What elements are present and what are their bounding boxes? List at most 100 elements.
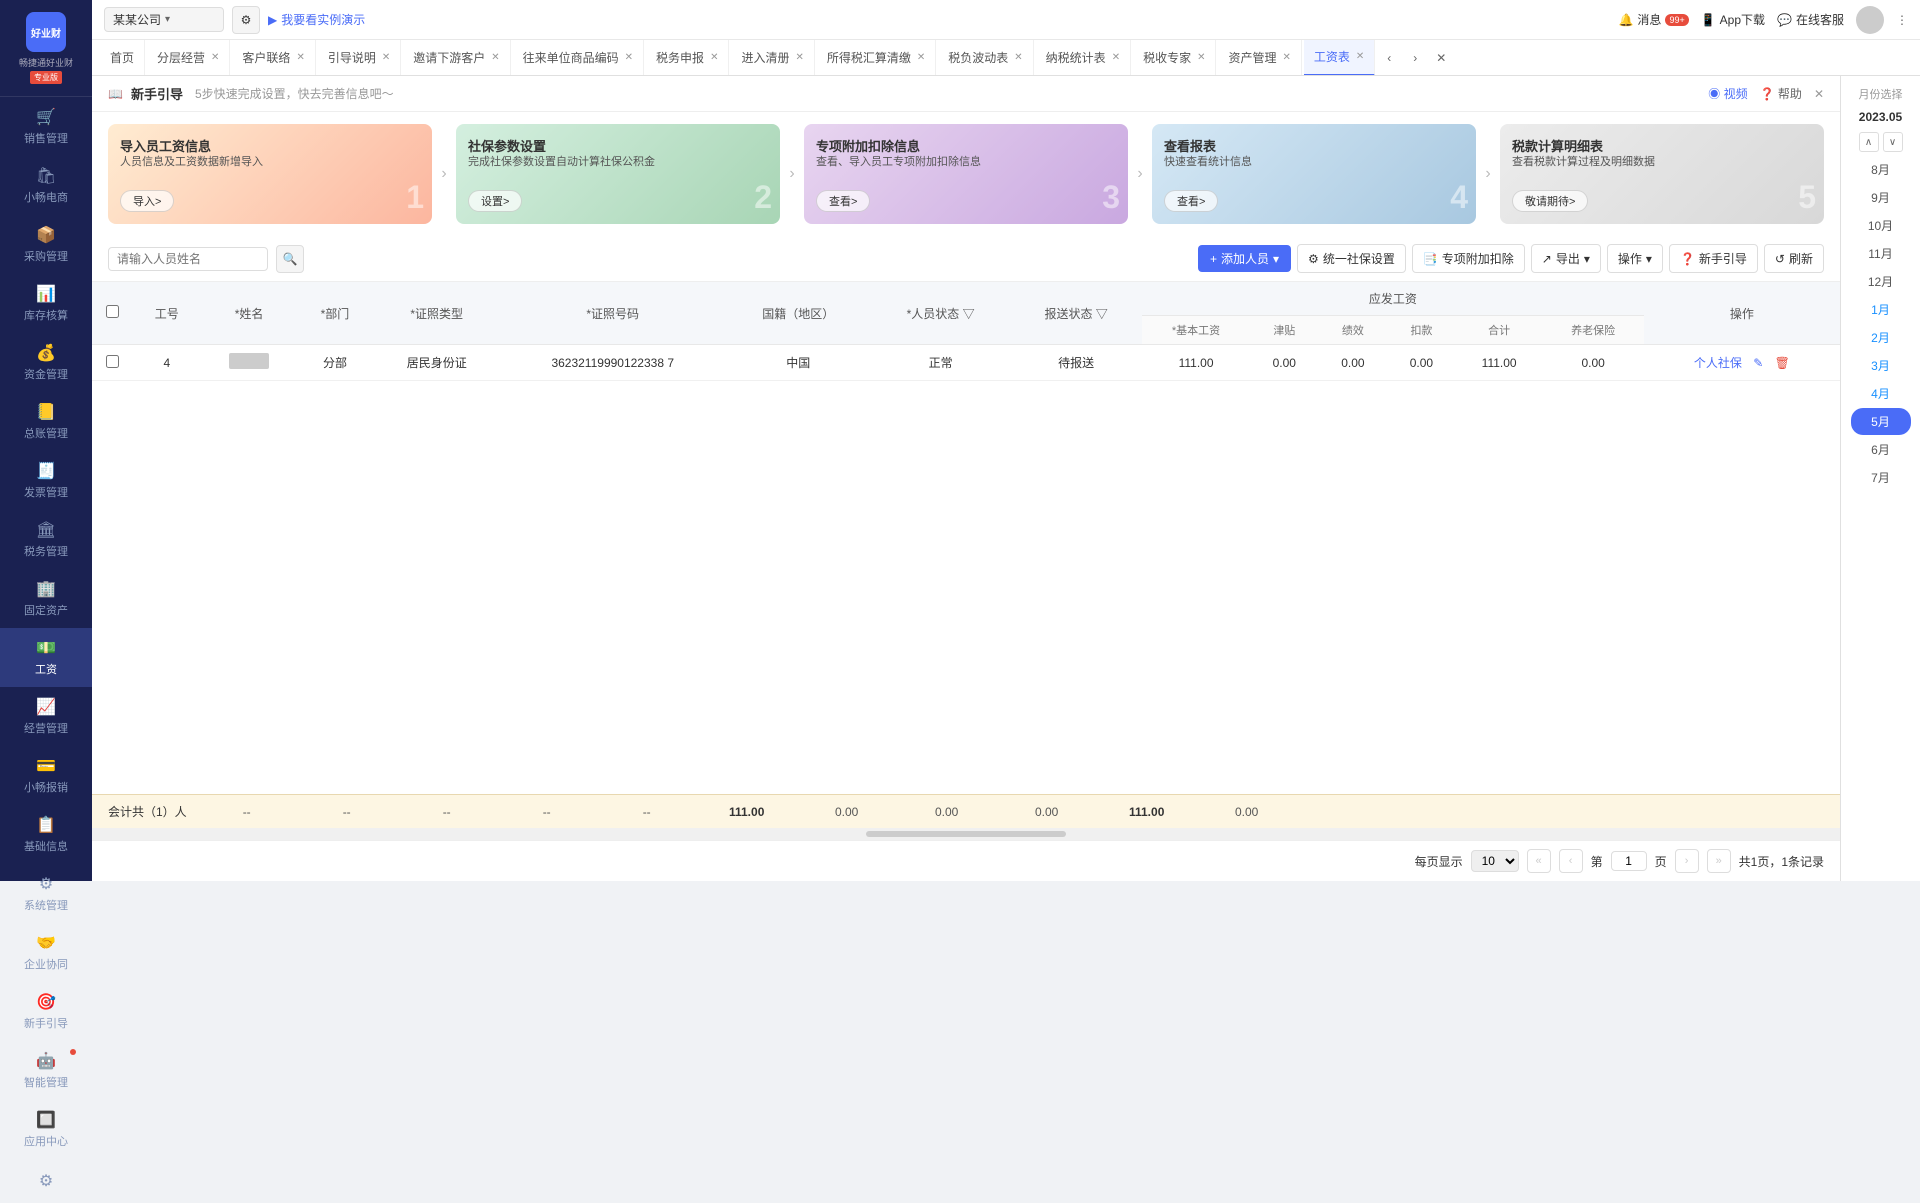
- user-menu-button[interactable]: ⋮: [1896, 13, 1908, 27]
- month-item-10[interactable]: 10月: [1851, 212, 1911, 239]
- next-page-button[interactable]: ›: [1675, 849, 1699, 873]
- month-item-3[interactable]: 3月: [1851, 352, 1911, 379]
- close-icon[interactable]: ✕: [211, 52, 219, 63]
- month-item-5[interactable]: 5月: [1851, 408, 1911, 435]
- sidebar-item-sales[interactable]: 🛒 销售管理: [0, 97, 92, 156]
- month-next-button[interactable]: ∨: [1883, 132, 1903, 152]
- close-icon[interactable]: ✕: [1014, 52, 1022, 63]
- prev-page-button[interactable]: ‹: [1559, 849, 1583, 873]
- first-page-button[interactable]: «: [1527, 849, 1551, 873]
- tab-invite[interactable]: 邀请下游客户 ✕: [403, 40, 510, 76]
- step2-btn[interactable]: 设置>: [468, 190, 522, 212]
- month-prev-button[interactable]: ∧: [1859, 132, 1879, 152]
- step5-btn[interactable]: 敬请期待>: [1512, 190, 1588, 212]
- guide-video-btn[interactable]: ◉ 视频: [1708, 85, 1747, 102]
- close-icon[interactable]: ✕: [1197, 52, 1205, 63]
- sidebar-item-ecommerce[interactable]: 🛍 小畅电商: [0, 156, 92, 215]
- guide-help-btn[interactable]: ❓ 帮助: [1760, 85, 1802, 102]
- tab-nav-left[interactable]: ‹: [1377, 46, 1401, 70]
- app-download-button[interactable]: 📱 App下载: [1701, 11, 1765, 28]
- close-icon[interactable]: ✕: [917, 52, 925, 63]
- sidebar-item-ai[interactable]: 🤖 智能管理: [0, 1041, 92, 1100]
- close-icon[interactable]: ✕: [491, 52, 499, 63]
- sidebar-item-system[interactable]: ⚙ 系统管理: [0, 864, 92, 923]
- month-item-4[interactable]: 4月: [1851, 380, 1911, 407]
- user-avatar[interactable]: [1856, 6, 1884, 34]
- close-icon[interactable]: ✕: [795, 52, 803, 63]
- step4-btn[interactable]: 查看>: [1164, 190, 1218, 212]
- step1-btn[interactable]: 导入>: [120, 190, 174, 212]
- demo-link[interactable]: ▶ 我要看实例演示: [268, 11, 365, 28]
- sidebar-item-inventory[interactable]: 📊 库存核算: [0, 274, 92, 333]
- social-security-button[interactable]: ⚙ 统一社保设置: [1297, 244, 1406, 273]
- sidebar-item-basic-info[interactable]: 📋 基础信息: [0, 805, 92, 864]
- sidebar-item-settings[interactable]: ⚙: [0, 1159, 92, 1203]
- close-icon[interactable]: ✕: [710, 52, 718, 63]
- close-icon[interactable]: ✕: [625, 52, 633, 63]
- tab-salary-sheet[interactable]: 工资表 ✕: [1304, 40, 1375, 76]
- notification-button[interactable]: 🔔 消息 99+: [1618, 11, 1688, 28]
- op-delete[interactable]: 🗑: [1775, 356, 1790, 370]
- sidebar-item-guide[interactable]: 🎯 新手引导: [0, 982, 92, 1041]
- tab-tax-report[interactable]: 税务申报 ✕: [646, 40, 729, 76]
- sidebar-item-assets[interactable]: 🏢 固定资产: [0, 569, 92, 628]
- search-button[interactable]: 🔍: [276, 245, 304, 273]
- tab-layered[interactable]: 分层经营 ✕: [147, 40, 230, 76]
- tab-home[interactable]: 首页: [100, 40, 145, 76]
- filter-icon[interactable]: ▽: [963, 307, 975, 321]
- tab-tax-expert[interactable]: 税收专家 ✕: [1133, 40, 1216, 76]
- sidebar-item-operations[interactable]: 📈 经营管理: [0, 687, 92, 746]
- search-input[interactable]: [108, 247, 268, 271]
- op-social-security[interactable]: 个人社保: [1694, 356, 1742, 370]
- operate-button[interactable]: 操作 ▾: [1607, 244, 1663, 273]
- month-item-8[interactable]: 8月: [1851, 156, 1911, 183]
- special-deduction-button[interactable]: 📑 专项附加扣除: [1412, 244, 1525, 273]
- month-item-2[interactable]: 2月: [1851, 324, 1911, 351]
- close-icon[interactable]: ✕: [296, 52, 304, 63]
- online-service-button[interactable]: 💬 在线客服: [1777, 11, 1844, 28]
- month-item-11[interactable]: 11月: [1851, 240, 1911, 267]
- sidebar-item-expense[interactable]: 💳 小畅报销: [0, 746, 92, 805]
- export-button[interactable]: ↗ 导出 ▾: [1531, 244, 1601, 273]
- refresh-button[interactable]: ↺ 刷新: [1764, 244, 1824, 273]
- page-number-input[interactable]: [1611, 851, 1647, 871]
- last-page-button[interactable]: »: [1707, 849, 1731, 873]
- sidebar-item-tax[interactable]: 🏛 税务管理: [0, 510, 92, 569]
- sidebar-item-purchase[interactable]: 📦 采购管理: [0, 215, 92, 274]
- month-item-7[interactable]: 7月: [1851, 464, 1911, 491]
- month-item-9[interactable]: 9月: [1851, 184, 1911, 211]
- filter-icon[interactable]: ▽: [1096, 307, 1108, 321]
- tab-clearance[interactable]: 进入清册 ✕: [731, 40, 814, 76]
- page-size-select[interactable]: 10 20 50: [1471, 850, 1519, 872]
- tab-customer[interactable]: 客户联络 ✕: [232, 40, 315, 76]
- sidebar-item-collab[interactable]: 🤝 企业协同: [0, 923, 92, 982]
- month-item-1[interactable]: 1月: [1851, 296, 1911, 323]
- tab-tax-burden[interactable]: 税负波动表 ✕: [938, 40, 1033, 76]
- newbie-guide-button[interactable]: ❓ 新手引导: [1669, 244, 1758, 273]
- settings-button[interactable]: ⚙: [232, 6, 260, 34]
- sidebar-item-ledger[interactable]: 📒 总账管理: [0, 392, 92, 451]
- tab-close-all[interactable]: ✕: [1429, 46, 1453, 70]
- guide-close-btn[interactable]: ✕: [1814, 87, 1824, 101]
- horizontal-scrollbar[interactable]: [92, 828, 1840, 840]
- step3-btn[interactable]: 查看>: [816, 190, 870, 212]
- select-all-checkbox[interactable]: [106, 305, 119, 318]
- month-item-6[interactable]: 6月: [1851, 436, 1911, 463]
- company-selector[interactable]: 某某公司 ▾: [104, 7, 224, 32]
- add-person-button[interactable]: + 添加人员 ▾: [1198, 245, 1291, 272]
- tab-tax-stats[interactable]: 纳税统计表 ✕: [1036, 40, 1131, 76]
- tab-guide[interactable]: 引导说明 ✕: [318, 40, 401, 76]
- tab-product-code[interactable]: 往来单位商品编码 ✕: [513, 40, 644, 76]
- month-item-12[interactable]: 12月: [1851, 268, 1911, 295]
- close-icon[interactable]: ✕: [1356, 51, 1364, 62]
- sidebar-item-salary[interactable]: 💵 工资: [0, 628, 92, 687]
- tab-nav-right[interactable]: ›: [1403, 46, 1427, 70]
- sidebar-item-app-center[interactable]: 🔲 应用中心: [0, 1100, 92, 1159]
- scroll-thumb[interactable]: [866, 831, 1066, 837]
- close-icon[interactable]: ✕: [1283, 52, 1291, 63]
- close-icon[interactable]: ✕: [382, 52, 390, 63]
- sidebar-item-finance[interactable]: 💰 资金管理: [0, 333, 92, 392]
- tab-asset[interactable]: 资产管理 ✕: [1218, 40, 1301, 76]
- tab-income-tax[interactable]: 所得税汇算清缴 ✕: [817, 40, 936, 76]
- close-icon[interactable]: ✕: [1112, 52, 1120, 63]
